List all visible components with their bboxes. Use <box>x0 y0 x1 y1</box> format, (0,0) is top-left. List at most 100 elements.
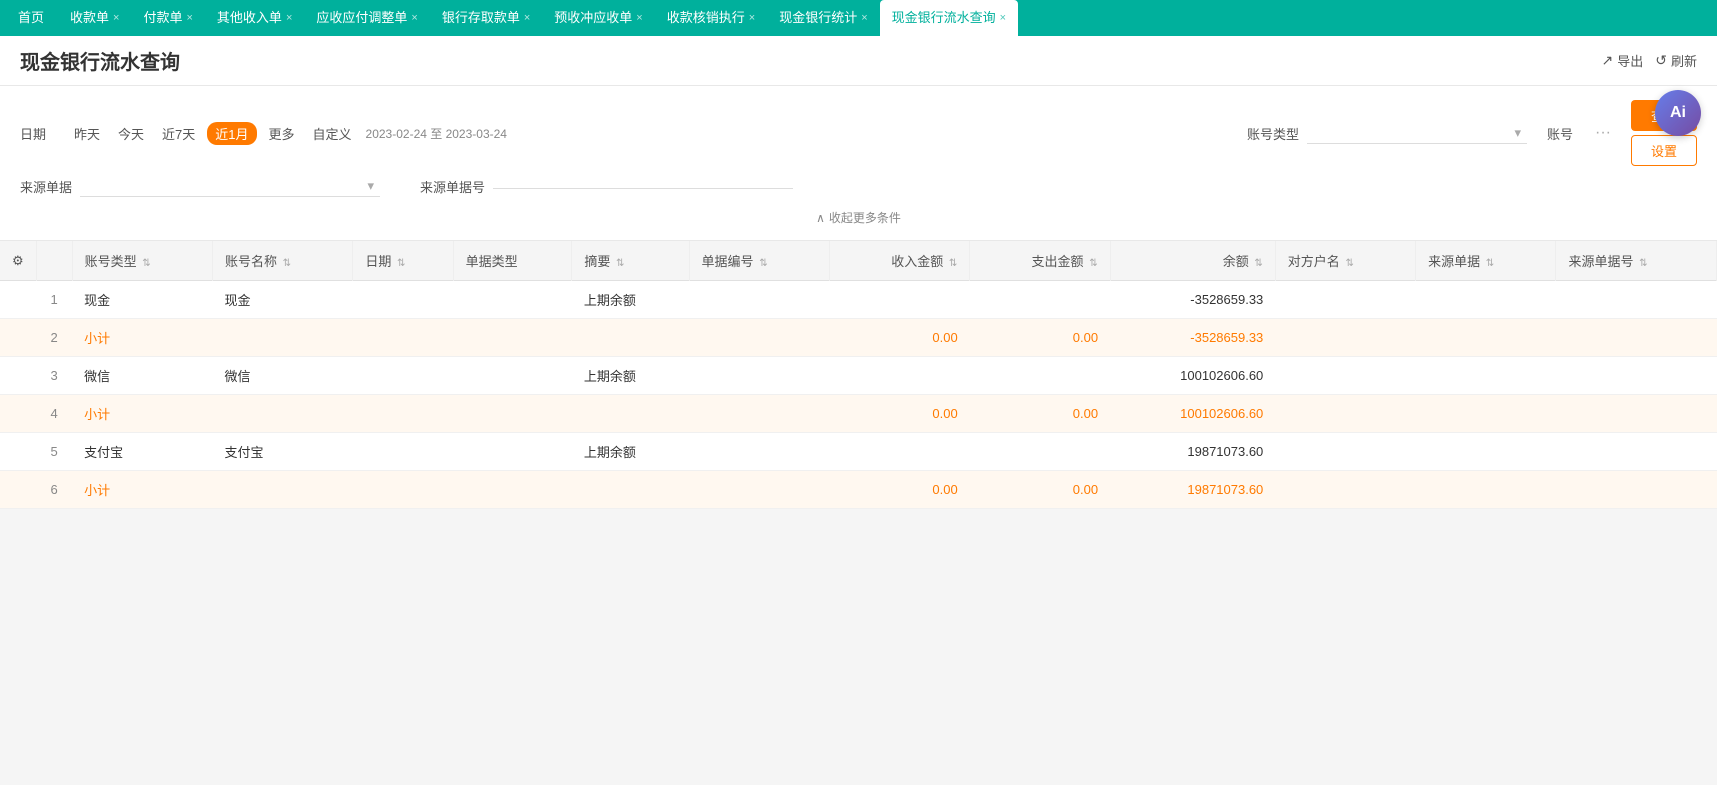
table-row[interactable]: 6小计0.000.0019871073.60 <box>0 471 1717 509</box>
nav-receipt[interactable]: 收款单 × <box>58 0 131 36</box>
table-container: ⚙ 账号类型 ⇅ 账号名称 ⇅ 日期 ⇅ 单据类型 <box>0 241 1717 509</box>
th-source-doc-num-label: 来源单据号 <box>1568 254 1633 269</box>
td-counterpart <box>1275 281 1415 319</box>
nav-payment[interactable]: 付款单 × <box>131 0 204 36</box>
td-income <box>829 433 969 471</box>
nav-ar-ap-adjust-close[interactable]: × <box>411 0 417 36</box>
nav-payment-close[interactable]: × <box>186 0 192 36</box>
nav-cash-bank-stat-close[interactable]: × <box>861 0 867 36</box>
account-type-select[interactable]: ▾ <box>1307 123 1527 144</box>
collapse-label: 收起更多条件 <box>829 209 901 226</box>
date-opt-custom[interactable]: 自定义 <box>307 122 358 145</box>
td-summary <box>572 319 689 357</box>
nav-bank-deposit-close[interactable]: × <box>524 0 530 36</box>
th-income-sort: ⇅ <box>949 258 957 269</box>
table-row[interactable]: 5支付宝支付宝上期余额19871073.60 <box>0 433 1717 471</box>
td-source-doc-num <box>1556 357 1717 395</box>
table-row[interactable]: 4小计0.000.00100102606.60 <box>0 395 1717 433</box>
th-source-doc-num[interactable]: 来源单据号 ⇅ <box>1556 241 1717 281</box>
td-account-type: 小计 <box>72 319 212 357</box>
nav-other-income[interactable]: 其他收入单 × <box>205 0 304 36</box>
td-summary: 上期余额 <box>572 433 689 471</box>
td-source-doc <box>1416 433 1556 471</box>
nav-receipt-verify-close[interactable]: × <box>749 0 755 36</box>
th-summary[interactable]: 摘要 ⇅ <box>572 241 689 281</box>
td-index: 3 <box>36 357 72 395</box>
td-date <box>353 357 453 395</box>
collapse-bar[interactable]: ∧ 收起更多条件 <box>20 205 1697 226</box>
th-account-type-label: 账号类型 <box>85 254 137 269</box>
nav-payment-label: 付款单 <box>143 0 182 36</box>
th-expense[interactable]: 支出金额 ⇅ <box>970 241 1110 281</box>
nav-ar-ap-adjust[interactable]: 应收应付调整单 × <box>304 0 429 36</box>
th-index <box>36 241 72 281</box>
th-doc-type: 单据类型 <box>453 241 572 281</box>
refresh-label: 刷新 <box>1671 51 1697 70</box>
table-row[interactable]: 1现金现金上期余额-3528659.33 <box>0 281 1717 319</box>
td-source-doc <box>1416 471 1556 509</box>
source-doc-num-input[interactable] <box>493 184 793 189</box>
td-summary <box>572 395 689 433</box>
td-account-type: 支付宝 <box>72 433 212 471</box>
th-balance[interactable]: 余额 ⇅ <box>1110 241 1275 281</box>
td-source-doc <box>1416 319 1556 357</box>
td-income: 0.00 <box>829 471 969 509</box>
date-opt-more[interactable]: 更多 <box>263 122 301 145</box>
account-ellipsis[interactable]: ··· <box>1595 124 1611 142</box>
date-opt-1month[interactable]: 近1月 <box>207 122 256 145</box>
account-type-dropdown-icon: ▾ <box>1514 125 1521 141</box>
td-account-type: 小计 <box>72 395 212 433</box>
nav-cash-bank-stat[interactable]: 现金银行统计 × <box>767 0 879 36</box>
th-counterpart[interactable]: 对方户名 ⇅ <box>1275 241 1415 281</box>
nav-receipt-close[interactable]: × <box>113 0 119 36</box>
nav-prepay-offset[interactable]: 预收冲应收单 × <box>542 0 654 36</box>
refresh-button[interactable]: ↺ 刷新 <box>1655 51 1697 70</box>
account-label: 账号 <box>1547 124 1587 143</box>
td-account-type: 微信 <box>72 357 212 395</box>
nav-receipt-verify[interactable]: 收款核销执行 × <box>655 0 767 36</box>
nav-cash-bank-flow-close[interactable]: × <box>1000 0 1006 36</box>
export-button[interactable]: ↗ 导出 <box>1602 51 1644 70</box>
td-doc-type <box>453 433 572 471</box>
nav-other-income-close[interactable]: × <box>286 0 292 36</box>
td-counterpart <box>1275 357 1415 395</box>
source-doc-select[interactable]: ▾ <box>80 176 380 197</box>
td-index: 2 <box>36 319 72 357</box>
page-title: 现金银行流水查询 <box>20 46 180 75</box>
nav-cash-bank-flow[interactable]: 现金银行流水查询 × <box>880 0 1018 36</box>
date-options: 昨天 今天 近7天 近1月 更多 自定义 <box>68 122 358 145</box>
th-date[interactable]: 日期 ⇅ <box>353 241 453 281</box>
ai-assistant-button[interactable]: Ai <box>1655 90 1701 136</box>
filter-row-2: 来源单据 ▾ 来源单据号 <box>20 176 1697 197</box>
th-doc-number[interactable]: 单据编号 ⇅ <box>689 241 829 281</box>
table-header-row: ⚙ 账号类型 ⇅ 账号名称 ⇅ 日期 ⇅ 单据类型 <box>0 241 1717 281</box>
td-doc-type <box>453 357 572 395</box>
td-doc-type <box>453 319 572 357</box>
th-income[interactable]: 收入金额 ⇅ <box>829 241 969 281</box>
td-settings <box>0 281 36 319</box>
date-opt-7days[interactable]: 近7天 <box>156 122 201 145</box>
export-icon: ↗ <box>1602 52 1614 69</box>
td-doc-number <box>689 281 829 319</box>
date-opt-today[interactable]: 今天 <box>112 122 150 145</box>
page-header: 现金银行流水查询 ↗ 导出 ↺ 刷新 <box>0 36 1717 86</box>
gear-icon: ⚙ <box>12 253 24 268</box>
table-row[interactable]: 3微信微信上期余额100102606.60 <box>0 357 1717 395</box>
th-summary-label: 摘要 <box>584 254 610 269</box>
th-source-doc-sort: ⇅ <box>1486 258 1494 269</box>
td-doc-number <box>689 471 829 509</box>
table-row[interactable]: 2小计0.000.00-3528659.33 <box>0 319 1717 357</box>
settings-button[interactable]: 设置 <box>1631 135 1697 166</box>
th-account-type[interactable]: 账号类型 ⇅ <box>72 241 212 281</box>
th-settings[interactable]: ⚙ <box>0 241 36 281</box>
td-date <box>353 433 453 471</box>
td-source-doc <box>1416 281 1556 319</box>
th-source-doc[interactable]: 来源单据 ⇅ <box>1416 241 1556 281</box>
date-opt-yesterday[interactable]: 昨天 <box>68 122 106 145</box>
th-account-name[interactable]: 账号名称 ⇅ <box>213 241 353 281</box>
nav-prepay-offset-close[interactable]: × <box>636 0 642 36</box>
filter-row-1: 日期 昨天 今天 近7天 近1月 更多 自定义 2023-02-24 至 202… <box>20 100 1697 166</box>
nav-home[interactable]: 首页 <box>4 0 58 36</box>
source-doc-num-label: 来源单据号 <box>420 177 485 196</box>
nav-bank-deposit[interactable]: 银行存取款单 × <box>430 0 542 36</box>
